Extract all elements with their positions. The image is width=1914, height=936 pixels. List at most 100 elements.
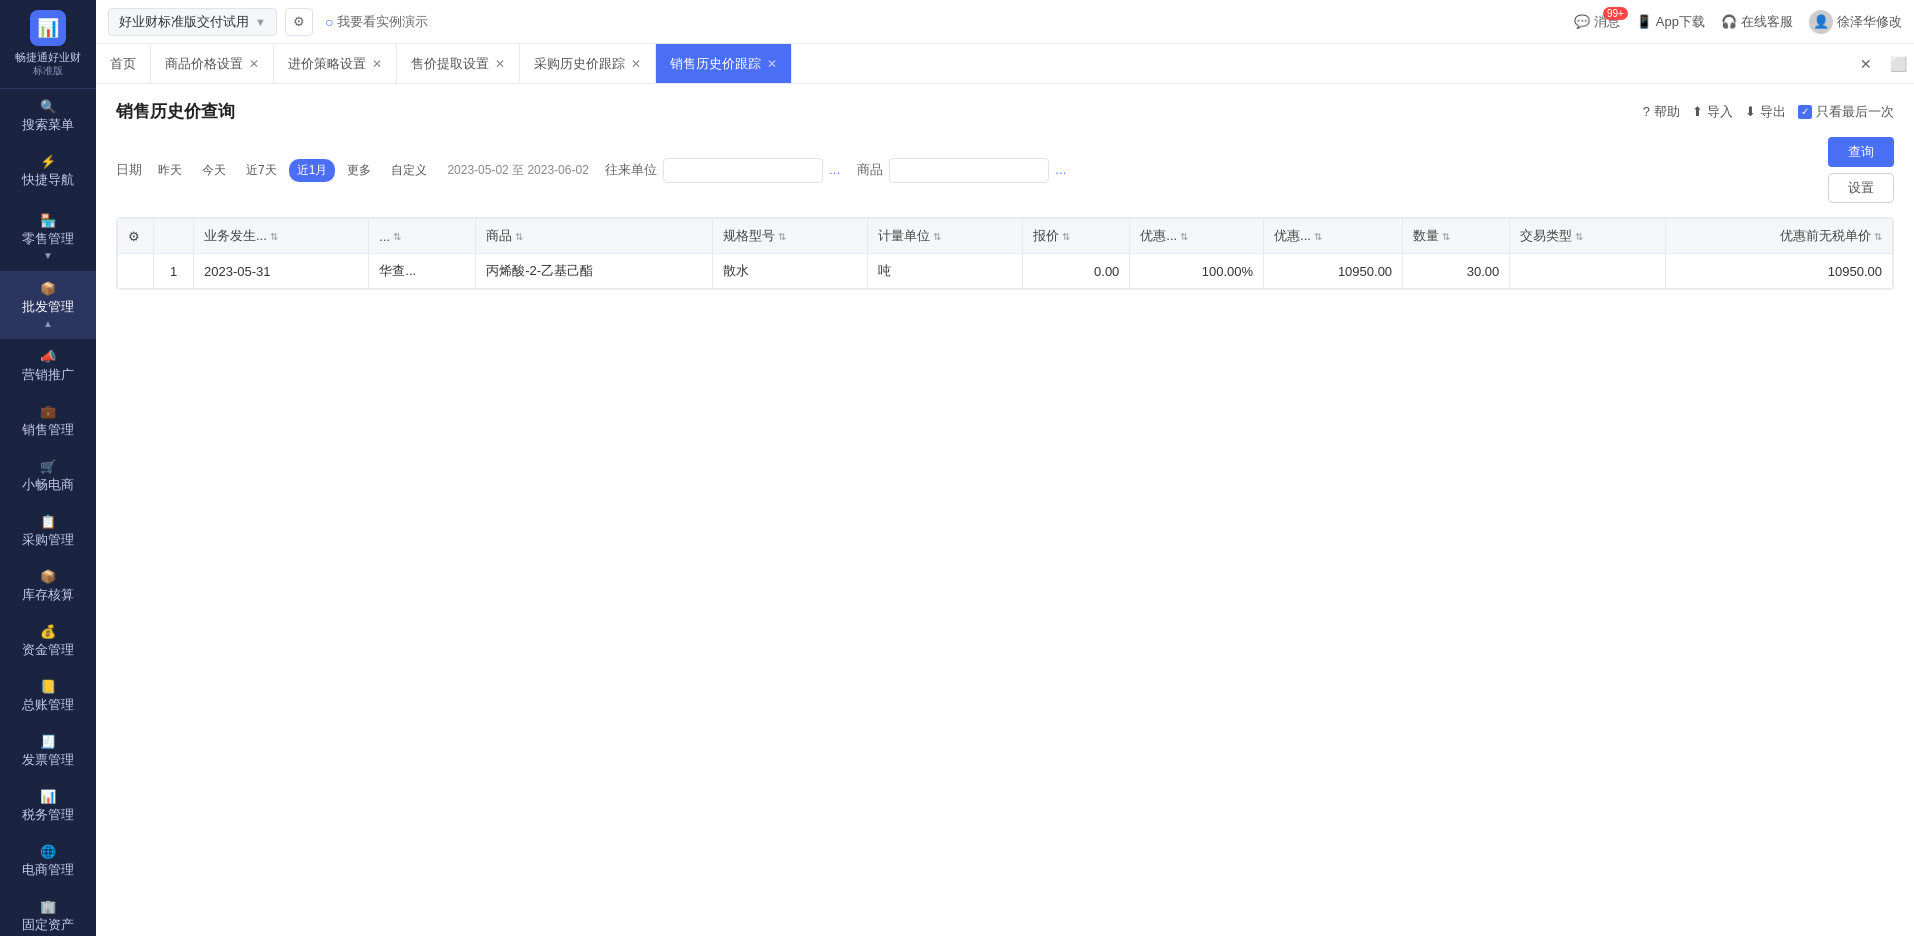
sidebar-label-fund: 资金管理 bbox=[22, 641, 74, 659]
cell-product: 丙烯酸-2-乙基己酯 bbox=[476, 254, 712, 289]
cell-gear bbox=[118, 254, 154, 289]
cell-pre-tax: 10950.00 bbox=[1665, 254, 1892, 289]
sidebar-item-tax[interactable]: 📊 税务管理 bbox=[0, 779, 96, 834]
tab-purchase-history[interactable]: 采购历史价跟踪 ✕ bbox=[520, 44, 656, 84]
logo-text: 畅捷通好业财 bbox=[8, 50, 88, 64]
import-button[interactable]: ⬆ 导入 bbox=[1692, 103, 1733, 121]
date-opt-yesterday[interactable]: 昨天 bbox=[150, 159, 190, 182]
sidebar-item-retail[interactable]: 🏪 零售管理 ▼ bbox=[0, 203, 96, 271]
sidebar-item-purchase[interactable]: 📋 采购管理 bbox=[0, 504, 96, 559]
app-logo: 📊 畅捷通好业财 标准版 bbox=[0, 0, 96, 89]
th-spec[interactable]: 规格型号 ⇅ bbox=[712, 219, 867, 254]
sidebar-item-ecommerce[interactable]: 🛒 小畅电商 bbox=[0, 449, 96, 504]
date-opt-last1m[interactable]: 近1月 bbox=[289, 159, 336, 182]
app-download-button[interactable]: 📱 App下载 bbox=[1636, 13, 1705, 31]
retail-icon: 🏪 bbox=[40, 213, 56, 228]
show-last-checkbox[interactable]: ✓ 只看最后一次 bbox=[1798, 103, 1894, 121]
message-icon: 💬 bbox=[1574, 14, 1590, 29]
sidebar-item-marketing[interactable]: 📣 营销推广 bbox=[0, 339, 96, 394]
sidebar-item-ledger[interactable]: 📒 总账管理 bbox=[0, 669, 96, 724]
tab-close-icon[interactable]: ✕ bbox=[495, 57, 505, 71]
sidebar-item-fund[interactable]: 💰 资金管理 bbox=[0, 614, 96, 669]
tab-price-strategy-label: 进价策略设置 bbox=[288, 55, 366, 73]
online-service-button[interactable]: 🎧 在线客服 bbox=[1721, 13, 1793, 31]
sidebar-item-invoice[interactable]: 🧾 发票管理 bbox=[0, 724, 96, 779]
sidebar-label-purchase: 采购管理 bbox=[22, 531, 74, 549]
th-biz-date-label: 业务发生... bbox=[204, 227, 267, 245]
th-product-label: 商品 bbox=[486, 227, 512, 245]
user-menu[interactable]: 👤 徐泽华修改 bbox=[1809, 10, 1902, 34]
tab-close-icon[interactable]: ✕ bbox=[249, 57, 259, 71]
message-badge: 99+ bbox=[1603, 7, 1628, 20]
th-unit[interactable]: 计量单位 ⇅ bbox=[867, 219, 1022, 254]
th-price[interactable]: 报价 ⇅ bbox=[1023, 219, 1130, 254]
logo-sub: 标准版 bbox=[8, 64, 88, 78]
top-header: 好业财标准版交付试用 ▼ ⚙ ○ 我要看实例演示 💬 消息 99+ 📱 App下… bbox=[96, 0, 1914, 44]
th-discount1[interactable]: 优惠... ⇅ bbox=[1130, 219, 1264, 254]
tab-close-icon[interactable]: ✕ bbox=[631, 57, 641, 71]
chevron-down-icon: ▼ bbox=[43, 250, 53, 261]
th-trans-type[interactable]: 交易类型 ⇅ bbox=[1510, 219, 1665, 254]
th-unit-label: 计量单位 bbox=[878, 227, 930, 245]
sidebar-item-inventory[interactable]: 📦 库存核算 bbox=[0, 559, 96, 614]
th-pre-tax[interactable]: 优惠前无税单价 ⇅ bbox=[1665, 219, 1892, 254]
main-content: 好业财标准版交付试用 ▼ ⚙ ○ 我要看实例演示 💬 消息 99+ 📱 App下… bbox=[96, 0, 1914, 936]
sidebar-item-search-menu[interactable]: 🔍 搜索菜单 bbox=[0, 89, 96, 144]
page-title: 销售历史价查询 bbox=[116, 100, 235, 123]
settings-action-button[interactable]: 设置 bbox=[1828, 173, 1894, 203]
th-discount2[interactable]: 优惠... ⇅ bbox=[1264, 219, 1403, 254]
source-unit-more[interactable]: … bbox=[829, 163, 841, 177]
sort-icon: ⇅ bbox=[1874, 231, 1882, 242]
export-button[interactable]: ⬇ 导出 bbox=[1745, 103, 1786, 121]
source-unit-input[interactable] bbox=[663, 158, 823, 183]
th-discount2-label: 优惠... bbox=[1274, 227, 1311, 245]
th-biz-date[interactable]: 业务发生... ⇅ bbox=[194, 219, 369, 254]
sort-icon: ⇅ bbox=[778, 231, 786, 242]
cell-more1: 华查... bbox=[369, 254, 476, 289]
product-filter-label: 商品 bbox=[857, 161, 883, 179]
tab-sale-extract[interactable]: 售价提取设置 ✕ bbox=[397, 44, 520, 84]
th-qty[interactable]: 数量 ⇅ bbox=[1403, 219, 1510, 254]
sidebar-label-quick: 快捷导航 bbox=[22, 171, 74, 189]
tab-product-price[interactable]: 商品价格设置 ✕ bbox=[151, 44, 274, 84]
tab-sales-history[interactable]: 销售历史价跟踪 ✕ bbox=[656, 44, 792, 84]
user-avatar-icon: 👤 bbox=[1813, 14, 1829, 29]
product-input[interactable] bbox=[889, 158, 1049, 183]
tab-close-icon[interactable]: ✕ bbox=[372, 57, 382, 71]
maximize-window-button[interactable]: ⬜ bbox=[1882, 44, 1914, 84]
th-trans-type-label: 交易类型 bbox=[1520, 227, 1572, 245]
sidebar-label-ledger: 总账管理 bbox=[22, 696, 74, 714]
app-selector[interactable]: 好业财标准版交付试用 ▼ bbox=[108, 8, 277, 36]
help-button[interactable]: ? 帮助 bbox=[1643, 103, 1680, 121]
sidebar-item-ec[interactable]: 🌐 电商管理 bbox=[0, 834, 96, 889]
th-more1[interactable]: ... ⇅ bbox=[369, 219, 476, 254]
tab-close-icon[interactable]: ✕ bbox=[767, 57, 777, 71]
app-settings-button[interactable]: ⚙ bbox=[285, 8, 313, 36]
sidebar-item-wholesale[interactable]: 📦 批发管理 ▲ bbox=[0, 271, 96, 339]
tab-home[interactable]: 首页 bbox=[96, 44, 151, 84]
date-filter-group: 日期 昨天 今天 近7天 近1月 更多 自定义 2023-05-02 至 202… bbox=[116, 159, 589, 182]
date-opt-today[interactable]: 今天 bbox=[194, 159, 234, 182]
product-more[interactable]: … bbox=[1055, 163, 1067, 177]
page-title-bar: 销售历史价查询 ? 帮助 ⬆ 导入 ⬇ 导出 ✓ 只看最后一次 bbox=[116, 100, 1894, 123]
close-window-button[interactable]: ✕ bbox=[1850, 44, 1882, 84]
sidebar-item-fixed-assets[interactable]: 🏢 固定资产 bbox=[0, 889, 96, 936]
date-opt-last7[interactable]: 近7天 bbox=[238, 159, 285, 182]
tab-price-strategy[interactable]: 进价策略设置 ✕ bbox=[274, 44, 397, 84]
th-product[interactable]: 商品 ⇅ bbox=[476, 219, 712, 254]
page-actions: ? 帮助 ⬆ 导入 ⬇ 导出 ✓ 只看最后一次 bbox=[1643, 103, 1894, 121]
gear-icon[interactable]: ⚙ bbox=[128, 229, 140, 244]
date-opt-custom[interactable]: 自定义 bbox=[383, 159, 435, 182]
show-last-label: 只看最后一次 bbox=[1816, 103, 1894, 121]
export-icon: ⬇ bbox=[1745, 104, 1756, 119]
sidebar-label-fixed-assets: 固定资产 bbox=[22, 916, 74, 934]
tab-sales-history-label: 销售历史价跟踪 bbox=[670, 55, 761, 73]
message-button[interactable]: 💬 消息 99+ bbox=[1574, 13, 1620, 31]
query-button[interactable]: 查询 bbox=[1828, 137, 1894, 167]
sidebar-label-retail: 零售管理 bbox=[22, 230, 74, 248]
demo-button[interactable]: ○ 我要看实例演示 bbox=[325, 13, 428, 31]
date-opt-more[interactable]: 更多 bbox=[339, 159, 379, 182]
sidebar-item-quick-nav[interactable]: ⚡ 快捷导航 bbox=[0, 144, 96, 199]
sidebar-item-sales[interactable]: 💼 销售管理 bbox=[0, 394, 96, 449]
sidebar-label-tax: 税务管理 bbox=[22, 806, 74, 824]
